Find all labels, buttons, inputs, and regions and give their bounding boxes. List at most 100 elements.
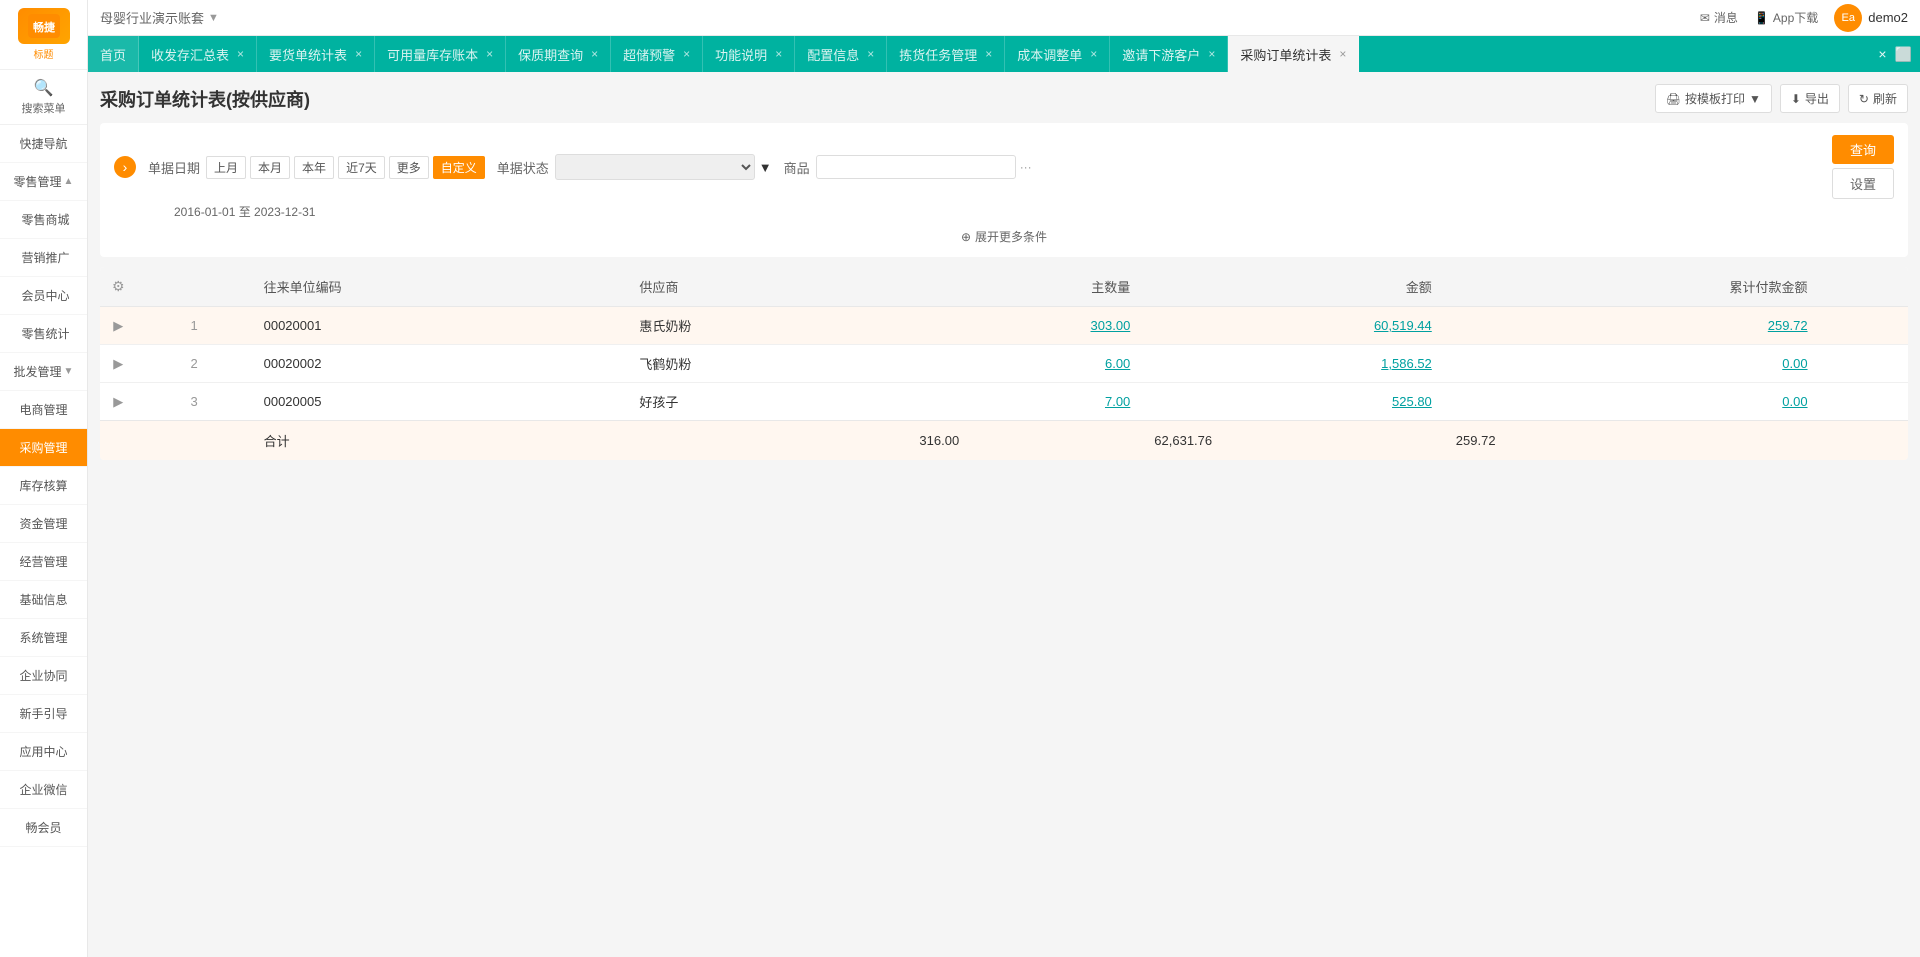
row-paid-link[interactable]: 0.00 <box>1782 356 1807 371</box>
sidebar-item-wholesale[interactable]: 批发管理 ▼ <box>0 353 87 391</box>
sidebar-item-newbie[interactable]: 新手引导 <box>0 695 87 733</box>
row-amount-link[interactable]: 1,586.52 <box>1381 356 1432 371</box>
tab-requisition-label: 要货单统计表 <box>269 45 347 64</box>
expand-conditions-btn[interactable]: ⊕ 展开更多条件 <box>961 228 1047 245</box>
tab-home-label: 首页 <box>100 45 126 64</box>
sidebar-item-purchase[interactable]: 采购管理 <box>0 429 87 467</box>
sidebar-item-marketing[interactable]: 营销推广 <box>0 239 87 277</box>
tabbar-end: × ⬜ <box>1878 46 1920 63</box>
tab-maximize-btn[interactable]: ⬜ <box>1895 46 1912 63</box>
message-icon: ✉ <box>1700 11 1710 25</box>
tab-receivable[interactable]: 收发存汇总表 × <box>139 36 257 72</box>
sidebar-item-operation[interactable]: 经营管理 <box>0 543 87 581</box>
tab-overstock-label: 超储预警 <box>623 45 675 64</box>
row-expand-icon[interactable]: ▶ <box>100 345 137 383</box>
tab-overstock[interactable]: 超储预警 × <box>611 36 703 72</box>
tab-receivable-close-icon[interactable]: × <box>237 47 244 61</box>
row-expand-icon[interactable]: ▶ <box>100 383 137 421</box>
sidebar-item-system[interactable]: 系统管理 <box>0 619 87 657</box>
tab-expiry[interactable]: 保质期查询 × <box>506 36 611 72</box>
goods-input[interactable] <box>816 155 1016 179</box>
date-this-month-btn[interactable]: 本月 <box>250 156 290 179</box>
tab-pick-task-close-icon[interactable]: × <box>985 47 992 61</box>
sidebar-nav-label-wechat: 企业微信 <box>19 781 67 798</box>
date-last7-btn[interactable]: 近7天 <box>338 156 385 179</box>
sidebar-nav-label-inventory: 库存核算 <box>19 477 67 494</box>
sidebar-item-member2[interactable]: 畅会员 <box>0 809 87 847</box>
tab-expiry-close-icon[interactable]: × <box>591 47 598 61</box>
tab-pick-task[interactable]: 拣货任务管理 × <box>887 36 1005 72</box>
table-settings-icon[interactable]: ⚙ <box>112 278 125 294</box>
sidebar-item-retail-stat[interactable]: 零售统计 <box>0 315 87 353</box>
goods-more-icon[interactable]: ··· <box>1020 160 1032 174</box>
export-btn[interactable]: ⬇ 导出 <box>1780 84 1840 113</box>
filter-status-field: 单据状态 ▼ <box>497 154 772 180</box>
retail-arrow-icon: ▲ <box>64 176 74 187</box>
sidebar-item-retail[interactable]: 零售管理 ▲ <box>0 163 87 201</box>
tab-overstock-close-icon[interactable]: × <box>683 47 690 61</box>
sidebar-item-basic[interactable]: 基础信息 <box>0 581 87 619</box>
query-btn[interactable]: 查询 <box>1832 135 1894 164</box>
row-qty-link[interactable]: 6.00 <box>1105 356 1130 371</box>
tab-available-stock-close-icon[interactable]: × <box>486 47 493 61</box>
print-btn[interactable]: 🖨 按模板打印 ▼ <box>1655 84 1772 113</box>
date-last-month-btn[interactable]: 上月 <box>206 156 246 179</box>
sidebar-nav-label-retail-mall: 零售商城 <box>21 211 69 228</box>
sidebar-item-enterprise[interactable]: 企业协同 <box>0 657 87 695</box>
tab-requisition[interactable]: 要货单统计表 × <box>257 36 375 72</box>
date-this-year-btn[interactable]: 本年 <box>294 156 334 179</box>
tab-config[interactable]: 配置信息 × <box>795 36 887 72</box>
tab-invite-downstream[interactable]: 邀请下游客户 × <box>1110 36 1228 72</box>
row-amount-link[interactable]: 60,519.44 <box>1374 318 1432 333</box>
tab-cost-adjust-close-icon[interactable]: × <box>1090 47 1097 61</box>
topbar-message-btn[interactable]: ✉ 消息 <box>1700 9 1738 26</box>
sidebar-item-appcenter[interactable]: 应用中心 <box>0 733 87 771</box>
topbar-app-download-btn[interactable]: 📱 App下载 <box>1754 9 1818 26</box>
sidebar-item-retail-mall[interactable]: 零售商城 <box>0 201 87 239</box>
sidebar-item-ecommerce[interactable]: 电商管理 <box>0 391 87 429</box>
sidebar-item-member[interactable]: 会员中心 <box>0 277 87 315</box>
sidebar-nav-label-wholesale: 批发管理 <box>14 363 62 380</box>
topbar-title[interactable]: 母婴行业演示账套 ▼ <box>100 8 219 27</box>
topbar-user-btn[interactable]: Ea demo2 <box>1834 4 1908 32</box>
tab-function-desc[interactable]: 功能说明 × <box>703 36 795 72</box>
row-paid-link[interactable]: 0.00 <box>1782 394 1807 409</box>
sidebar-item-inventory[interactable]: 库存核算 <box>0 467 87 505</box>
tab-function-desc-close-icon[interactable]: × <box>775 47 782 61</box>
tab-cost-adjust[interactable]: 成本调整单 × <box>1005 36 1110 72</box>
date-more-btn[interactable]: 更多 <box>389 156 429 179</box>
filter-toggle-btn[interactable]: › <box>114 156 136 178</box>
table-row: ▶ 1 00020001 惠氏奶粉 303.00 60,519.44 259.7… <box>100 307 1908 345</box>
tab-invite-downstream-close-icon[interactable]: × <box>1208 47 1215 61</box>
sidebar-item-finance[interactable]: 资金管理 <box>0 505 87 543</box>
sidebar-nav-label-member2: 畅会员 <box>25 819 61 836</box>
row-amount-link[interactable]: 525.80 <box>1392 394 1432 409</box>
tab-available-stock[interactable]: 可用量库存账本 × <box>375 36 506 72</box>
refresh-btn[interactable]: ↻ 刷新 <box>1848 84 1908 113</box>
tab-requisition-close-icon[interactable]: × <box>355 47 362 61</box>
status-select[interactable] <box>555 154 755 180</box>
tab-close-all-btn[interactable]: × <box>1878 46 1886 62</box>
sidebar-item-wechat[interactable]: 企业微信 <box>0 771 87 809</box>
sidebar-nav-label-retail-stat: 零售统计 <box>21 325 69 342</box>
col-header-qty: 主数量 <box>907 267 1142 307</box>
row-paid-link[interactable]: 259.72 <box>1768 318 1808 333</box>
row-supplier-code: 00020002 <box>252 345 628 383</box>
tab-purchase-order-stat-close-icon[interactable]: × <box>1339 47 1346 61</box>
sidebar-item-shortcut[interactable]: 快捷导航 <box>0 125 87 163</box>
filter-expand-row: ⊕ 展开更多条件 <box>114 228 1894 245</box>
row-expand-icon[interactable]: ▶ <box>100 307 137 345</box>
row-number: 1 <box>137 307 252 345</box>
settings-btn[interactable]: 设置 <box>1832 168 1894 199</box>
sidebar-search-item[interactable]: 🔍 搜索菜单 <box>0 70 87 125</box>
row-paid: 0.00 <box>1444 383 1820 421</box>
tab-purchase-order-stat[interactable]: 采购订单统计表 × <box>1228 36 1359 72</box>
row-supplier-name: 惠氏奶粉 <box>627 307 907 345</box>
tab-config-close-icon[interactable]: × <box>867 47 874 61</box>
filter-row-main: › 单据日期 上月 本月 本年 近7天 更多 自定义 单据状态 <box>114 135 1894 199</box>
row-qty-link[interactable]: 7.00 <box>1105 394 1130 409</box>
date-custom-btn[interactable]: 自定义 <box>433 156 485 179</box>
row-qty-link[interactable]: 303.00 <box>1091 318 1131 333</box>
expand-label: 展开更多条件 <box>975 228 1047 245</box>
tab-home[interactable]: 首页 <box>88 36 139 72</box>
